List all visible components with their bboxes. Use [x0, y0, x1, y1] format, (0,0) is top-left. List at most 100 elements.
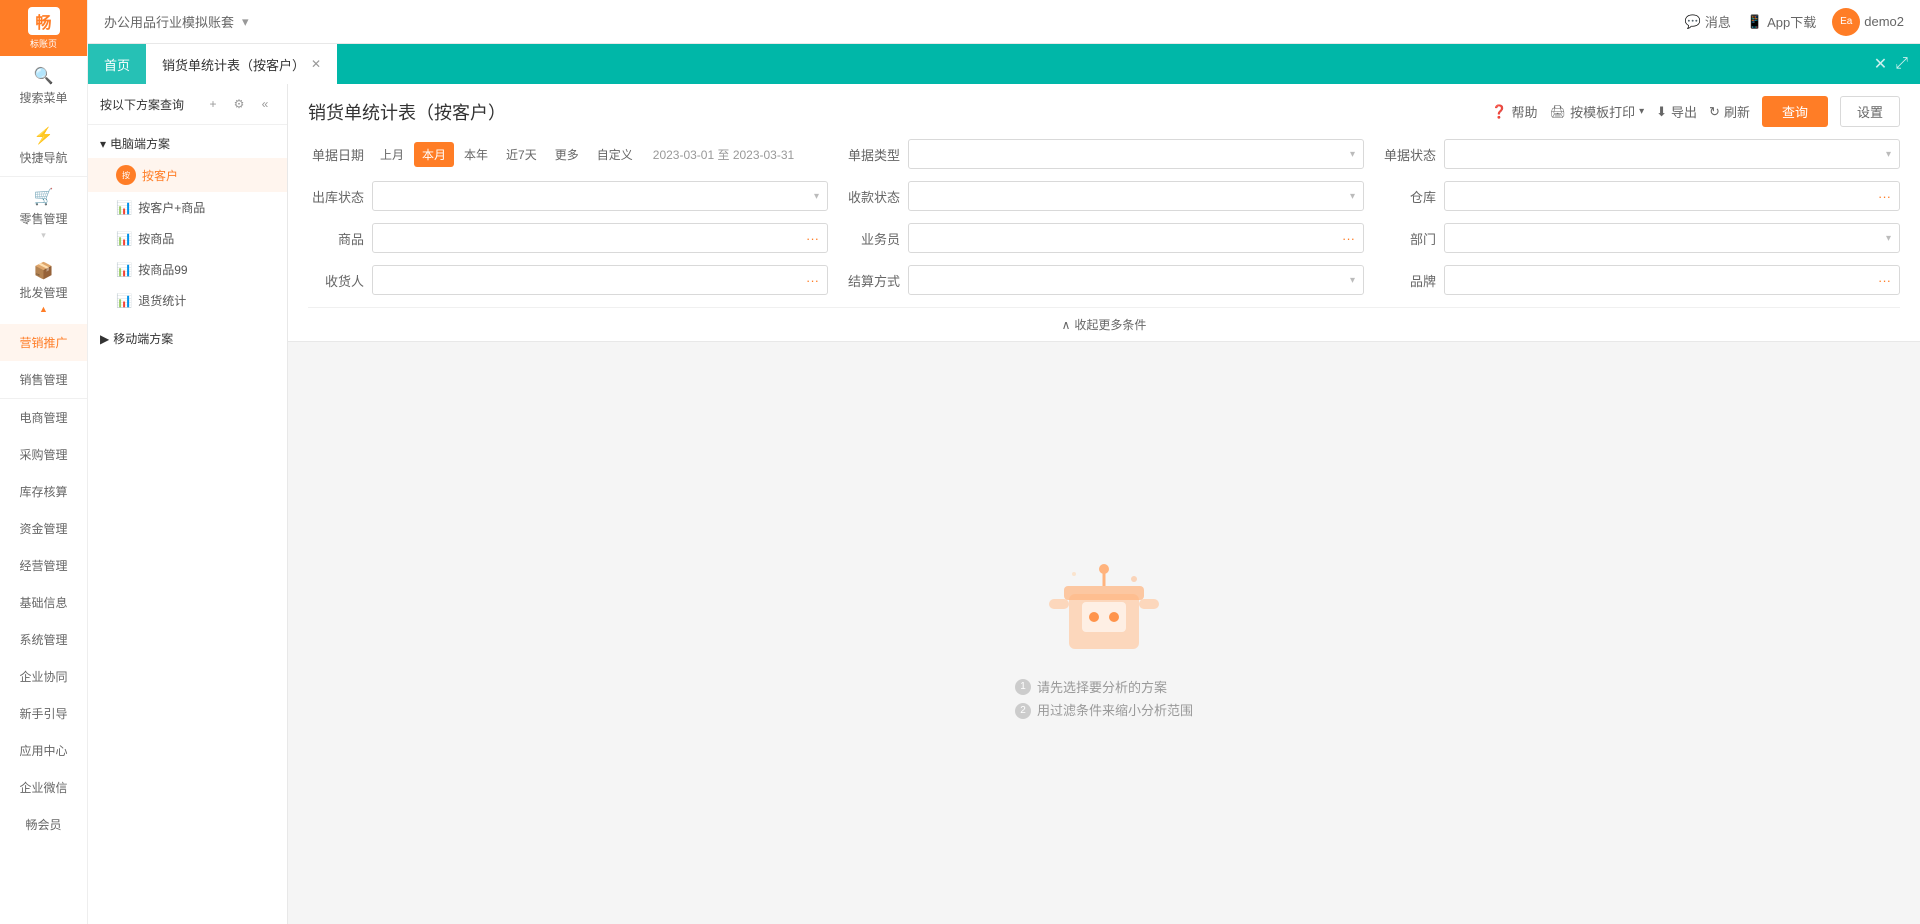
tab-expand-btn[interactable]: ⤢	[1895, 55, 1908, 73]
settings-btn[interactable]: 设置	[1840, 96, 1900, 127]
tab-bar-actions: ✕ ⤢	[1874, 54, 1920, 74]
chart-icon-3: 📊	[116, 262, 132, 278]
scheme-item-by-customer[interactable]: 按 按客户	[88, 158, 287, 192]
brand-label: 品牌	[1380, 271, 1436, 290]
mobile-scheme-group: ▶ 移动端方案	[88, 320, 287, 357]
date-tab-custom[interactable]: 自定义	[589, 142, 641, 167]
top-header: 办公用品行业模拟账套 ▾ 💬 消息 📱 App下载 Ea demo2	[88, 0, 1920, 44]
collapse-label: 收起更多条件	[1074, 316, 1146, 333]
expand-icon[interactable]: ▾	[242, 14, 249, 30]
page-title: 销货单统计表（按客户）	[308, 99, 506, 125]
sidebar-item-system[interactable]: 系统管理	[0, 621, 88, 658]
retail-icon: 🛒	[34, 187, 54, 207]
refresh-btn[interactable]: ↻ 刷新	[1709, 102, 1750, 121]
user-btn[interactable]: Ea demo2	[1832, 8, 1904, 36]
sidebar-item-enterprise[interactable]: 企业协同	[0, 658, 88, 695]
pc-scheme-group-header[interactable]: ▾ 电脑端方案	[88, 129, 287, 158]
tab-close-icon[interactable]: ✕	[311, 57, 321, 71]
date-filter-label: 单据日期	[308, 145, 364, 164]
date-tab-this-year[interactable]: 本年	[456, 142, 496, 167]
sidebar-item-member[interactable]: 畅会员	[0, 806, 88, 843]
sidebar-item-purchase[interactable]: 采购管理	[0, 436, 88, 473]
sidebar-item-sales[interactable]: 销售管理	[0, 361, 88, 398]
sidebar-item-wholesale[interactable]: 📦 批发管理 ▲	[0, 251, 88, 324]
chart-icon-4: 📊	[116, 293, 132, 309]
receipt-status-control[interactable]: ▾	[908, 181, 1364, 211]
order-status-control[interactable]: ▾	[1444, 139, 1900, 169]
order-type-item: 单据类型 ▾	[844, 139, 1364, 169]
query-btn[interactable]: 查询	[1762, 96, 1828, 127]
sidebar-item-quick-nav[interactable]: ⚡ 快捷导航	[0, 116, 88, 176]
add-icon: +	[209, 97, 216, 111]
scheme-settings-btn[interactable]: ⚙	[229, 94, 249, 114]
tab-close-all-btn[interactable]: ✕	[1874, 54, 1887, 74]
out-status-control[interactable]: ▾	[372, 181, 828, 211]
brand-control[interactable]: ···	[1444, 265, 1900, 295]
header-left: 办公用品行业模拟账套 ▾	[104, 12, 249, 31]
scheme-item-customer-goods[interactable]: 📊 按客户+商品	[88, 192, 287, 223]
empty-tip-2: 2 用过滤条件来缩小分析范围	[1015, 699, 1193, 722]
tab-sales-stats[interactable]: 销货单统计表（按客户） ✕	[146, 44, 337, 84]
sidebar-item-newbie[interactable]: 新手引导	[0, 695, 88, 732]
date-range-display: 2023-03-01 至 2023-03-31	[653, 146, 794, 163]
collapse-bar[interactable]: ∧ 收起更多条件	[308, 307, 1900, 341]
print-btn[interactable]: 🖨 按模板打印 ▾	[1550, 102, 1645, 121]
sidebar-item-ecommerce[interactable]: 电商管理	[0, 399, 88, 436]
order-type-control[interactable]: ▾	[908, 139, 1364, 169]
collapse-panel-btn[interactable]: «	[255, 94, 275, 114]
sidebar-item-apps[interactable]: 应用中心	[0, 732, 88, 769]
tab-bar: 首页 销货单统计表（按客户） ✕ ✕ ⤢	[88, 44, 1920, 84]
mobile-scheme-group-header[interactable]: ▶ 移动端方案	[88, 324, 287, 353]
print-label: 按模板打印	[1570, 102, 1635, 121]
department-item: 部门 ▾	[1380, 223, 1900, 253]
customer-goods-label: 按客户+商品	[138, 199, 205, 216]
sidebar-label-apps: 应用中心	[19, 742, 67, 759]
message-icon: 💬	[1685, 14, 1701, 30]
sidebar-item-finance[interactable]: 资金管理	[0, 510, 88, 547]
help-btn[interactable]: ❓ 帮助	[1491, 102, 1537, 121]
receipt-status-arrow: ▾	[1350, 191, 1355, 202]
date-tab-last-month[interactable]: 上月	[372, 142, 412, 167]
print-expand: ▾	[1639, 106, 1644, 117]
sidebar-item-basic[interactable]: 基础信息	[0, 584, 88, 621]
sidebar-item-marketing[interactable]: 营销推广	[0, 324, 88, 361]
download-btn[interactable]: 📱 App下载	[1747, 12, 1816, 31]
sidebar-item-retail[interactable]: 🛒 零售管理 ▾	[0, 177, 88, 251]
warehouse-control[interactable]: ···	[1444, 181, 1900, 211]
sidebar-item-wechat[interactable]: 企业微信	[0, 769, 88, 806]
sidebar-item-search[interactable]: 🔍 搜索菜单	[0, 56, 88, 116]
sidebar-item-operations[interactable]: 经营管理	[0, 547, 88, 584]
salesperson-control[interactable]: ···	[908, 223, 1364, 253]
tab-home[interactable]: 首页	[88, 44, 146, 84]
sidebar-label-basic: 基础信息	[19, 594, 67, 611]
message-btn[interactable]: 💬 消息	[1685, 12, 1731, 31]
add-scheme-btn[interactable]: +	[203, 94, 223, 114]
by-customer-label: 按客户	[142, 167, 178, 184]
goods-99-label: 按商品99	[138, 261, 187, 278]
date-tab-more[interactable]: 更多	[547, 142, 587, 167]
settlement-control[interactable]: ▾	[908, 265, 1364, 295]
date-tab-this-month[interactable]: 本月	[414, 142, 454, 167]
goods-control[interactable]: ···	[372, 223, 828, 253]
salesperson-dots: ···	[1342, 231, 1355, 246]
sidebar-item-inventory[interactable]: 库存核算	[0, 473, 88, 510]
sidebar-label-member: 畅会员	[25, 816, 61, 833]
by-customer-icon: 按	[116, 165, 136, 185]
scheme-item-goods-99[interactable]: 📊 按商品99	[88, 254, 287, 285]
order-status-label: 单据状态	[1380, 145, 1436, 164]
date-tab-7days[interactable]: 近7天	[498, 142, 545, 167]
main-area: 办公用品行业模拟账套 ▾ 💬 消息 📱 App下载 Ea demo2 首页	[88, 0, 1920, 924]
empty-tips: 1 请先选择要分析的方案 2 用过滤条件来缩小分析范围	[1015, 676, 1193, 723]
sidebar-label-ecommerce: 电商管理	[19, 409, 67, 426]
return-stats-label: 退货统计	[138, 292, 186, 309]
export-btn[interactable]: ⬇ 导出	[1656, 102, 1697, 121]
recipient-control[interactable]: ···	[372, 265, 828, 295]
export-icon: ⬇	[1656, 104, 1667, 120]
scheme-item-return-stats[interactable]: 📊 退货统计	[88, 285, 287, 316]
date-filter-item: 单据日期 上月 本月 本年 近7天 更多 自定义 20	[308, 139, 828, 169]
department-control[interactable]: ▾	[1444, 223, 1900, 253]
page-title-row: 销货单统计表（按客户） ❓ 帮助 🖨 按模板打印 ▾ ⬇	[308, 96, 1900, 127]
scheme-item-by-goods[interactable]: 📊 按商品	[88, 223, 287, 254]
mobile-group-expand: ▶	[100, 332, 109, 346]
settlement-item: 结算方式 ▾	[844, 265, 1364, 295]
